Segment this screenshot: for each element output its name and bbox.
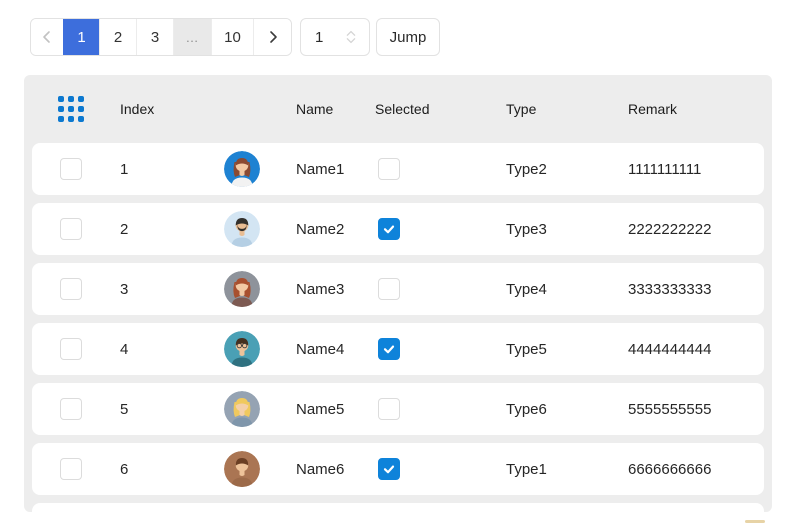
cell-index: 1 (120, 160, 129, 178)
cell-index: 3 (120, 280, 129, 298)
table-row: 2 Name2 Type3 2222222222 (32, 203, 764, 255)
cell-remark: 2222222222 (628, 220, 712, 238)
page-button-10[interactable]: 10 (211, 19, 253, 55)
user-avatar-man-beard (224, 211, 260, 247)
row-select-checkbox[interactable] (60, 398, 82, 420)
user-avatar-woman-long-auburn-hair (224, 271, 260, 307)
cell-type: Type2 (506, 160, 547, 178)
user-avatar-man-glasses (224, 331, 260, 367)
prev-page-button[interactable] (31, 19, 63, 55)
cell-type: Type1 (506, 460, 547, 478)
page-button-2[interactable]: 2 (99, 19, 136, 55)
row-select-checkbox[interactable] (60, 458, 82, 480)
cell-name: Name6 (296, 460, 345, 478)
next-page-button[interactable] (253, 19, 291, 55)
row-select-checkbox[interactable] (60, 338, 82, 360)
cell-name: Name3 (296, 280, 345, 298)
cell-type: Type3 (506, 220, 547, 238)
user-avatar-blonde-hair (224, 391, 260, 427)
cell-name: Name1 (296, 160, 345, 178)
table-row: 1 Name1 Type2 1111111111 (32, 143, 764, 195)
table-row: 5 Name5 Type6 5555555555 (32, 383, 764, 435)
column-header-remark: Remark (628, 101, 678, 117)
column-header-index: Index (120, 101, 155, 117)
row-select-checkbox[interactable] (60, 218, 82, 240)
cell-name: Name4 (296, 340, 345, 358)
cell-type: Type5 (506, 340, 547, 358)
cell-name: Name5 (296, 400, 345, 418)
column-header-type: Type (506, 101, 537, 117)
updown-spinner-icon[interactable] (342, 28, 360, 46)
cell-type: Type6 (506, 400, 547, 418)
selected-checkbox[interactable] (378, 398, 400, 420)
data-table: Index Name Selected Type Remark 1 Name1 … (24, 75, 772, 512)
chevron-left-icon (43, 31, 50, 43)
page-ellipsis-button[interactable]: … (173, 19, 211, 55)
cell-index: 5 (120, 400, 129, 418)
user-avatar-woman-short-brown-hair (224, 151, 260, 187)
selected-checkbox[interactable] (378, 218, 400, 240)
page-button-3[interactable]: 3 (136, 19, 173, 55)
page-jump-input[interactable]: 1 (300, 18, 370, 56)
row-select-checkbox[interactable] (60, 158, 82, 180)
cell-remark: 1111111111 (628, 160, 702, 178)
table-row: 4 Name4 Type5 4444444444 (32, 323, 764, 375)
table-row: 6 Name6 Type1 6666666666 (32, 443, 764, 495)
selected-checkbox[interactable] (378, 338, 400, 360)
table-row-partial (32, 503, 764, 512)
cell-remark: 3333333333 (628, 280, 712, 298)
column-header-selected: Selected (375, 101, 430, 117)
watermark-line (745, 520, 765, 523)
cell-name: Name2 (296, 220, 345, 238)
grid-dots-icon[interactable] (58, 96, 84, 122)
row-select-checkbox[interactable] (60, 278, 82, 300)
pagination-bar: 1 2 3 … 10 1 Jump (30, 18, 440, 56)
chevron-right-icon (269, 31, 277, 43)
column-header-name: Name (296, 101, 334, 117)
cell-remark: 5555555555 (628, 400, 712, 418)
user-avatar-man-brown-hair (224, 451, 260, 487)
cell-index: 2 (120, 220, 129, 238)
pager: 1 2 3 … 10 (30, 18, 292, 56)
cell-type: Type4 (506, 280, 547, 298)
cell-index: 4 (120, 340, 129, 358)
page-button-1[interactable]: 1 (63, 19, 99, 55)
cell-index: 6 (120, 460, 129, 478)
selected-checkbox[interactable] (378, 458, 400, 480)
cell-remark: 4444444444 (628, 340, 712, 358)
page-jump-value: 1 (315, 28, 324, 46)
table-row: 3 Name3 Type4 3333333333 (32, 263, 764, 315)
cell-remark: 6666666666 (628, 460, 712, 478)
selected-checkbox[interactable] (378, 158, 400, 180)
selected-checkbox[interactable] (378, 278, 400, 300)
table-header: Index Name Selected Type Remark (32, 83, 764, 143)
jump-button[interactable]: Jump (376, 18, 440, 56)
